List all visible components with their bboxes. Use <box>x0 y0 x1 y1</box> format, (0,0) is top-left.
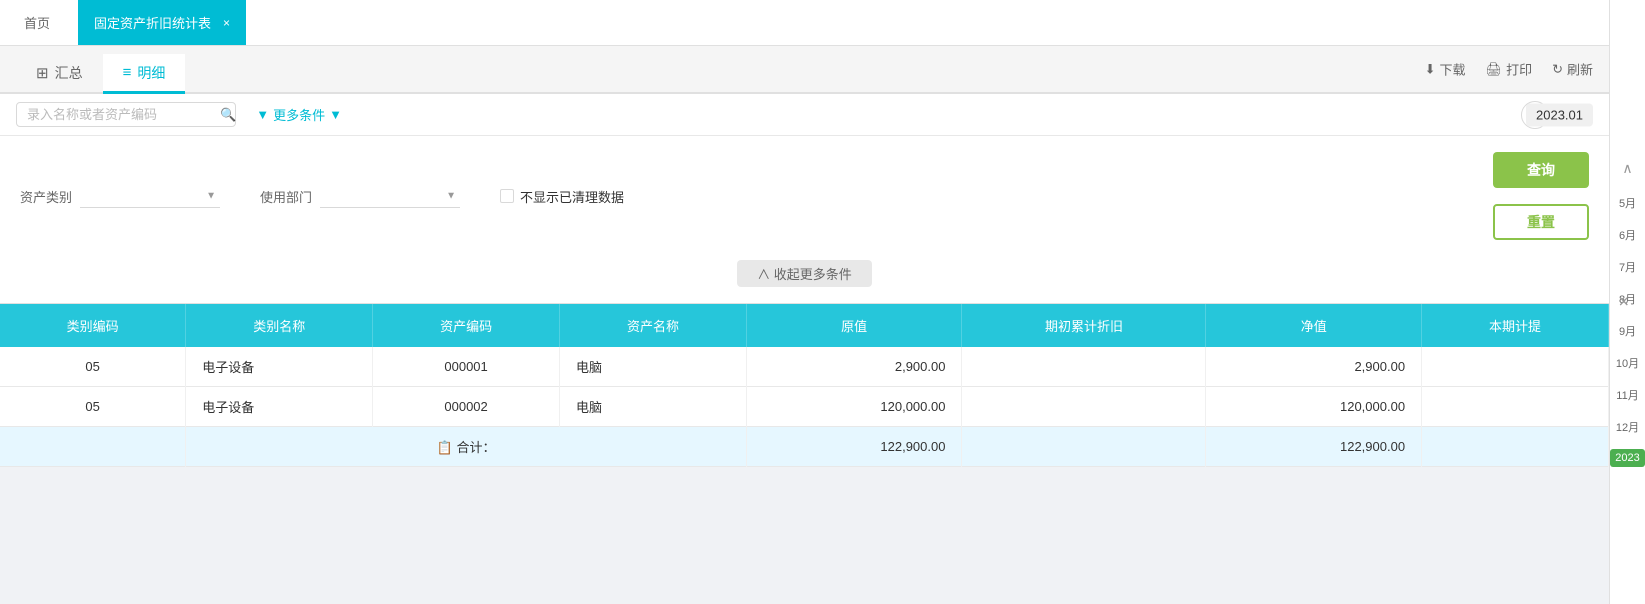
filter-row: 资产类别 使用部门 不显示已清理数据 <box>20 152 1589 240</box>
filter-bar: 🔍 ▼ 更多条件 ▼ › 2023.01 <box>0 94 1609 136</box>
sidebar-month-11[interactable]: 11月 <box>1612 381 1642 409</box>
total-accum-depr <box>962 427 1206 467</box>
sidebar-month-12[interactable]: 12月 <box>1612 413 1643 441</box>
sidebar-month-7[interactable]: 7月 <box>1615 253 1640 281</box>
download-label: 下载 <box>1440 60 1466 79</box>
asset-category-select[interactable] <box>80 184 220 208</box>
tab-summary-label: 汇总 <box>55 63 83 83</box>
filter-buttons: 查询 重置 <box>1493 152 1589 240</box>
tab-summary[interactable]: ⊞ 汇总 <box>16 54 103 94</box>
date-badge: 2023.01 <box>1526 103 1593 126</box>
col-original-value: 原值 <box>746 304 962 347</box>
col-accum-depr: 期初累计折旧 <box>962 304 1206 347</box>
collapse-more-button[interactable]: ∧ 收起更多条件 <box>737 260 872 287</box>
toolbar-right: ⬇ 下载 🖨 打印 ↻ 刷新 <box>1425 60 1593 79</box>
cell-current-depr <box>1422 347 1609 387</box>
table-wrap: 类别编码 类别名称 资产编码 资产名称 原值 期初累计折旧 净值 本期计提 05… <box>0 304 1609 604</box>
tab-detail[interactable]: ≡ 明细 <box>103 54 186 94</box>
cell-original-value: 120,000.00 <box>746 387 962 427</box>
hide-cleared-label: 不显示已清理数据 <box>520 187 624 206</box>
refresh-icon: ↻ <box>1552 61 1563 77</box>
collapse-more-area: ∧ 收起更多条件 <box>20 252 1589 295</box>
print-button[interactable]: 🖨 打印 <box>1486 60 1533 79</box>
col-category-name: 类别名称 <box>186 304 373 347</box>
cell-accum-depr <box>962 387 1206 427</box>
print-icon: 🖨 <box>1486 61 1503 77</box>
cell-net-value: 120,000.00 <box>1206 387 1422 427</box>
tab-close-icon[interactable]: × <box>223 16 230 30</box>
sidebar-up-button[interactable]: ∧ <box>1622 160 1632 177</box>
more-conditions-label: 更多条件 <box>273 105 325 124</box>
print-label: 打印 <box>1506 60 1532 79</box>
col-net-value: 净值 <box>1206 304 1422 347</box>
search-icon[interactable]: 🔍 <box>220 107 236 123</box>
cell-asset-name: 电脑 <box>560 387 747 427</box>
table-row: 05 电子设备 000001 电脑 2,900.00 2,900.00 <box>0 347 1609 387</box>
sub-tab-bar: ⊞ 汇总 ≡ 明细 ⬇ 下载 🖨 打印 ↻ 刷新 <box>0 46 1609 94</box>
download-icon: ⬇ <box>1425 61 1436 77</box>
table-header-row: 类别编码 类别名称 资产编码 资产名称 原值 期初累计折旧 净值 本期计提 <box>0 304 1609 347</box>
detail-icon: ≡ <box>123 64 132 81</box>
asset-category-select-wrap <box>80 184 220 208</box>
department-select-wrap <box>320 184 460 208</box>
cell-category-code: 05 <box>0 387 186 427</box>
cell-original-value: 2,900.00 <box>746 347 962 387</box>
main-tab[interactable]: 固定资产折旧统计表 × <box>78 0 246 45</box>
sidebar-month-6[interactable]: 6月 <box>1615 221 1640 249</box>
hide-cleared-checkbox-item[interactable]: 不显示已清理数据 <box>500 187 624 206</box>
tab-detail-label: 明细 <box>137 63 165 83</box>
department-select[interactable] <box>320 184 460 208</box>
window-close-button[interactable]: × <box>1618 292 1629 313</box>
sidebar-month-9[interactable]: 9月 <box>1615 317 1640 345</box>
cell-asset-code: 000002 <box>373 387 560 427</box>
top-nav: 首页 固定资产折旧统计表 × × <box>0 0 1609 46</box>
total-empty-1 <box>0 427 186 467</box>
cell-current-depr <box>1422 387 1609 427</box>
department-filter: 使用部门 <box>260 184 460 208</box>
summary-icon: ⊞ <box>36 64 49 82</box>
total-label-cell: 📋 合计： <box>186 427 747 467</box>
cell-category-name: 电子设备 <box>186 387 373 427</box>
refresh-button[interactable]: ↻ 刷新 <box>1552 60 1593 79</box>
reset-button[interactable]: 重置 <box>1493 204 1589 240</box>
sidebar-month-10[interactable]: 10月 <box>1612 349 1643 377</box>
total-current-depr <box>1422 427 1609 467</box>
total-original-value: 122,900.00 <box>746 427 962 467</box>
cell-asset-name: 电脑 <box>560 347 747 387</box>
search-input[interactable] <box>16 102 236 127</box>
cell-asset-code: 000001 <box>373 347 560 387</box>
col-current-depr: 本期计提 <box>1422 304 1609 347</box>
tab-label: 固定资产折旧统计表 <box>94 13 211 32</box>
total-label: 合计： <box>456 440 495 455</box>
sidebar-month-5[interactable]: 5月 <box>1615 189 1640 217</box>
col-asset-code: 资产编码 <box>373 304 560 347</box>
more-conditions-chevron: ▼ <box>329 107 342 122</box>
asset-category-label: 资产类别 <box>20 187 72 206</box>
cell-net-value: 2,900.00 <box>1206 347 1422 387</box>
filter-icon: ▼ <box>256 107 269 122</box>
total-net-value: 122,900.00 <box>1206 427 1422 467</box>
query-button[interactable]: 查询 <box>1493 152 1589 188</box>
col-asset-name: 资产名称 <box>560 304 747 347</box>
hide-cleared-checkbox[interactable] <box>500 189 514 203</box>
expanded-filter: 资产类别 使用部门 不显示已清理数据 <box>0 136 1609 304</box>
cell-category-name: 电子设备 <box>186 347 373 387</box>
asset-category-filter: 资产类别 <box>20 184 220 208</box>
col-category-code: 类别编码 <box>0 304 186 347</box>
table-row: 05 电子设备 000002 电脑 120,000.00 120,000.00 <box>0 387 1609 427</box>
home-nav[interactable]: 首页 <box>16 13 58 32</box>
total-row: 📋 合计： 122,900.00 122,900.00 <box>0 427 1609 467</box>
refresh-label: 刷新 <box>1567 60 1593 79</box>
cell-category-code: 05 <box>0 347 186 387</box>
cell-accum-depr <box>962 347 1206 387</box>
total-icon: 📋 <box>437 440 453 455</box>
sidebar-year-badge: 2023 <box>1610 449 1644 467</box>
department-label: 使用部门 <box>260 187 312 206</box>
more-conditions-button[interactable]: ▼ 更多条件 ▼ <box>256 105 342 124</box>
download-button[interactable]: ⬇ 下载 <box>1425 60 1466 79</box>
data-table: 类别编码 类别名称 资产编码 资产名称 原值 期初累计折旧 净值 本期计提 05… <box>0 304 1609 467</box>
